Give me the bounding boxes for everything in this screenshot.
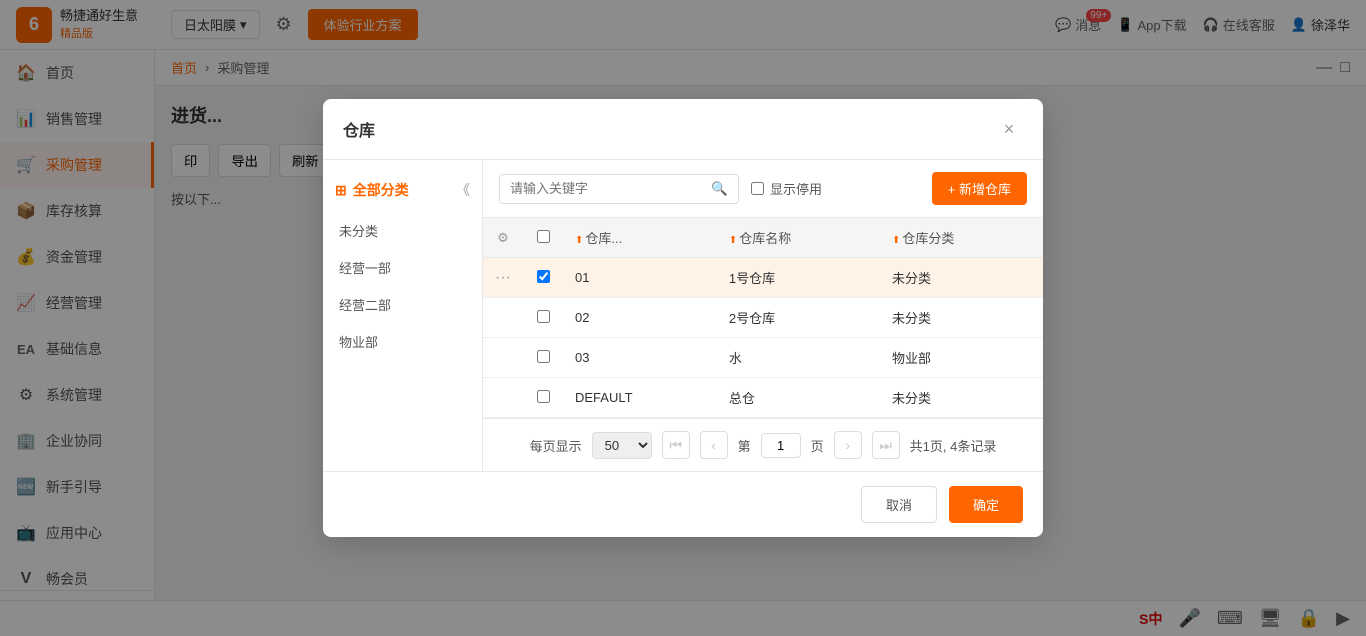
modal-close-button[interactable]: × [995, 115, 1023, 143]
cancel-button[interactable]: 取消 [861, 486, 937, 523]
per-page-label: 每页显示 [530, 436, 582, 455]
col-name-header[interactable]: ⬆仓库名称 [717, 218, 880, 258]
sort-icon-code: ⬆ [575, 235, 583, 246]
row-gear-icon[interactable]: ··· [483, 258, 523, 298]
show-disabled-checkbox[interactable] [751, 182, 764, 195]
row-index-code: 01 [563, 258, 717, 298]
table-row[interactable]: 02 2号仓库 未分类 [483, 298, 1043, 338]
total-info: 共1页, 4条记录 [910, 436, 997, 455]
row-gear-icon[interactable] [483, 338, 523, 378]
next-page-button[interactable]: › [834, 431, 862, 459]
row-index-code: DEFAULT [563, 378, 717, 418]
row-index-code: 03 [563, 338, 717, 378]
row-category: 未分类 [880, 298, 1043, 338]
pagination-bar: 每页显示 50 10 20 100 ⏮ ‹ 第 页 › ⏭ 共1页, 4条记录 [483, 418, 1043, 471]
modal-header: 仓库 × [323, 99, 1043, 160]
col-category-header[interactable]: ⬆仓库分类 [880, 218, 1043, 258]
collapse-sidebar-button[interactable]: 《 [456, 180, 470, 200]
warehouse-modal: 仓库 × ⊞ 全部分类 《 未分类 经营一部 经营二部 物业部 [323, 99, 1043, 537]
sort-icon-category: ⬆ [892, 235, 900, 246]
row-checkbox[interactable] [537, 310, 550, 323]
modal-title: 仓库 [343, 117, 375, 141]
table-row[interactable]: ··· 01 1号仓库 未分类 [483, 258, 1043, 298]
modal-main-area: 🔍 显示停用 + 新增仓库 ⚙ [483, 160, 1043, 471]
table-header-row: ⚙ ⬆仓库... ⬆仓库名称 [483, 218, 1043, 258]
add-warehouse-button[interactable]: + 新增仓库 [932, 172, 1027, 205]
col-check [523, 218, 563, 258]
row-checkbox[interactable] [537, 350, 550, 363]
last-page-button[interactable]: ⏭ [872, 431, 900, 459]
row-checkbox[interactable] [537, 390, 550, 403]
prev-page-button[interactable]: ‹ [700, 431, 728, 459]
page-number-input[interactable] [761, 433, 801, 458]
table-row[interactable]: DEFAULT 总仓 未分类 [483, 378, 1043, 418]
col-code-header[interactable]: ⬆仓库... [563, 218, 717, 258]
category-item-property[interactable]: 物业部 [323, 323, 482, 360]
category-item-ops2[interactable]: 经营二部 [323, 286, 482, 323]
category-item-unclassified[interactable]: 未分类 [323, 212, 482, 249]
category-item-ops1[interactable]: 经营一部 [323, 249, 482, 286]
row-name: 总仓 [717, 378, 880, 418]
row-category: 未分类 [880, 258, 1043, 298]
row-category: 未分类 [880, 378, 1043, 418]
row-checkbox-cell[interactable] [523, 258, 563, 298]
first-page-button[interactable]: ⏮ [662, 431, 690, 459]
row-name: 水 [717, 338, 880, 378]
row-checkbox-cell[interactable] [523, 298, 563, 338]
per-page-select[interactable]: 50 10 20 100 [592, 432, 652, 459]
modal-toolbar: 🔍 显示停用 + 新增仓库 [483, 160, 1043, 218]
search-box: 🔍 [499, 174, 739, 204]
row-gear-icon[interactable] [483, 298, 523, 338]
row-category: 物业部 [880, 338, 1043, 378]
modal-body: ⊞ 全部分类 《 未分类 经营一部 经营二部 物业部 🔍 [323, 160, 1043, 471]
search-input[interactable] [500, 175, 701, 202]
show-disabled-label[interactable]: 显示停用 [751, 179, 822, 198]
grid-icon: ⊞ [335, 182, 347, 199]
modal-overlay: 仓库 × ⊞ 全部分类 《 未分类 经营一部 经营二部 物业部 [0, 0, 1366, 636]
sort-icon-name: ⬆ [729, 235, 737, 246]
select-all-checkbox[interactable] [537, 230, 550, 243]
more-icon[interactable]: ··· [495, 269, 511, 286]
confirm-button[interactable]: 确定 [949, 486, 1023, 523]
table-row[interactable]: 03 水 物业部 [483, 338, 1043, 378]
modal-actions: 取消 确定 [323, 471, 1043, 537]
warehouse-table: ⚙ ⬆仓库... ⬆仓库名称 [483, 218, 1043, 418]
row-checkbox[interactable] [537, 270, 550, 283]
page-word: 第 [738, 436, 751, 455]
row-index-code: 02 [563, 298, 717, 338]
modal-category-sidebar: ⊞ 全部分类 《 未分类 经营一部 经营二部 物业部 [323, 160, 483, 471]
row-name: 2号仓库 [717, 298, 880, 338]
search-button[interactable]: 🔍 [701, 175, 738, 203]
row-checkbox-cell[interactable] [523, 338, 563, 378]
row-name: 1号仓库 [717, 258, 880, 298]
page-label: 页 [811, 436, 824, 455]
col-settings[interactable]: ⚙ [483, 218, 523, 258]
row-gear-icon[interactable] [483, 378, 523, 418]
modal-sidebar-header: ⊞ 全部分类 《 [323, 172, 482, 212]
all-categories-label[interactable]: ⊞ 全部分类 [335, 180, 409, 200]
row-checkbox-cell[interactable] [523, 378, 563, 418]
